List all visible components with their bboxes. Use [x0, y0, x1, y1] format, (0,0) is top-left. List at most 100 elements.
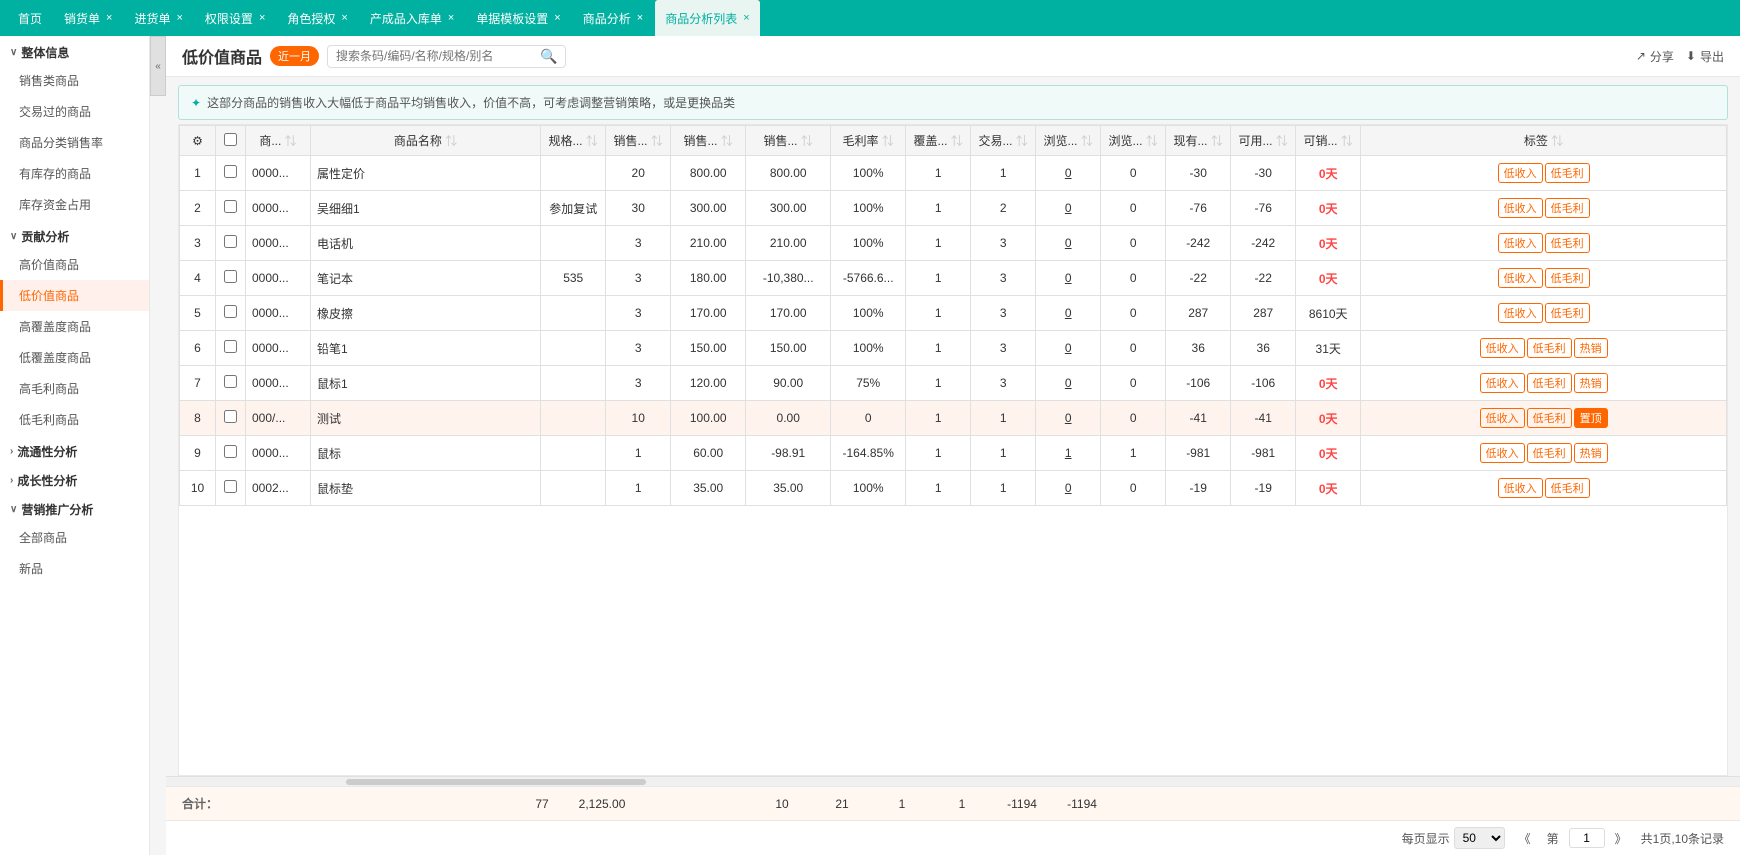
tag-label: 低毛利: [1527, 443, 1572, 463]
view-link[interactable]: 0: [1065, 166, 1072, 180]
sidebar-item-high-coverage[interactable]: 高覆盖度商品: [0, 311, 149, 342]
view-link[interactable]: 0: [1065, 376, 1072, 390]
sidebar-item-high-value[interactable]: 高价值商品: [0, 249, 149, 280]
spec-column-header: 规格... ⇅: [541, 126, 606, 156]
nav-home[interactable]: 首页: [8, 0, 52, 36]
close-icon[interactable]: ×: [637, 12, 643, 24]
sidebar: ∨ 整体信息 销售类商品 交易过的商品 商品分类销售率 有库存的商品 库存资金占…: [0, 36, 150, 855]
row-checkbox[interactable]: [224, 445, 237, 458]
view-link[interactable]: 0: [1065, 271, 1072, 285]
trade-column-header: 交易... ⇅: [971, 126, 1036, 156]
close-icon[interactable]: ×: [259, 12, 265, 24]
nav-permission[interactable]: 权限设置 ×: [195, 0, 275, 36]
sidebar-item-low-value[interactable]: 低价值商品: [0, 280, 149, 311]
sidebar-item-stock-capital[interactable]: 库存资金占用: [0, 189, 149, 220]
view2-column-header: 浏览... ⇅: [1101, 126, 1166, 156]
tag-label: 低收入: [1498, 478, 1543, 498]
tag-label: 低收入: [1480, 338, 1525, 358]
time-filter-tag[interactable]: 近一月: [270, 46, 319, 66]
row-checkbox[interactable]: [224, 165, 237, 178]
row-checkbox[interactable]: [224, 480, 237, 493]
row-checkbox[interactable]: [224, 235, 237, 248]
search-input[interactable]: [336, 49, 536, 63]
per-page-selector: 每页显示 50 100 200: [1402, 827, 1505, 849]
current-column-header: 现有... ⇅: [1166, 126, 1231, 156]
page-first-button[interactable]: 《: [1513, 828, 1537, 849]
summary-coverage: 10: [752, 797, 812, 811]
sidebar-collapse-button[interactable]: «: [150, 36, 166, 96]
close-icon[interactable]: ×: [743, 12, 749, 24]
close-icon[interactable]: ×: [554, 12, 560, 24]
view1-column-header: 浏览... ⇅: [1036, 126, 1101, 156]
content-header-left: 低价值商品 近一月 🔍: [182, 44, 566, 68]
share-button[interactable]: ↗ 分享: [1636, 48, 1674, 65]
close-icon[interactable]: ×: [176, 12, 182, 24]
nav-product-analysis[interactable]: 商品分析 ×: [573, 0, 653, 36]
chevron-down-icon: ∨: [10, 47, 17, 58]
top-nav: 首页 销货单 × 进货单 × 权限设置 × 角色授权 × 产成品入库单 × 单据…: [0, 0, 1740, 36]
row-checkbox[interactable]: [224, 305, 237, 318]
page-number-input[interactable]: [1569, 828, 1605, 848]
sidebar-item-low-coverage[interactable]: 低覆盖度商品: [0, 342, 149, 373]
sales-cost-column-header: 销售... ⇅: [746, 126, 831, 156]
page-next-button[interactable]: 》: [1609, 828, 1633, 849]
sidebar-group-liquidity[interactable]: › 流通性分析: [0, 435, 149, 464]
tag-label: 置顶: [1574, 408, 1608, 428]
content-header-right: ↗ 分享 ⬇ 导出: [1636, 48, 1724, 65]
nav-template-settings[interactable]: 单据模板设置 ×: [466, 0, 570, 36]
sidebar-item-high-margin[interactable]: 高毛利商品: [0, 373, 149, 404]
sidebar-group-overview[interactable]: ∨ 整体信息: [0, 36, 149, 65]
sidebar-item-sales-goods[interactable]: 销售类商品: [0, 65, 149, 96]
export-button[interactable]: ⬇ 导出: [1686, 48, 1724, 65]
row-checkbox[interactable]: [224, 375, 237, 388]
view-link[interactable]: 0: [1065, 481, 1072, 495]
search-icon[interactable]: 🔍: [540, 48, 557, 65]
horizontal-scrollbar[interactable]: [166, 776, 1740, 786]
view-link[interactable]: 0: [1065, 411, 1072, 425]
select-all-checkbox[interactable]: [224, 133, 237, 146]
sidebar-group-contribution[interactable]: ∨ 贡献分析: [0, 220, 149, 249]
scrollbar-thumb[interactable]: [346, 779, 646, 785]
main-layout: ∨ 整体信息 销售类商品 交易过的商品 商品分类销售率 有库存的商品 库存资金占…: [0, 36, 1740, 855]
sidebar-item-category-rate[interactable]: 商品分类销售率: [0, 127, 149, 158]
tag-label: 低收入: [1480, 373, 1525, 393]
nav-sales-order[interactable]: 销货单 ×: [54, 0, 122, 36]
close-icon[interactable]: ×: [448, 12, 454, 24]
settings-column-header[interactable]: ⚙: [180, 126, 216, 156]
coverage-column-header: 覆盖... ⇅: [906, 126, 971, 156]
sidebar-group-growth[interactable]: › 成长性分析: [0, 464, 149, 493]
nav-purchase-order[interactable]: 进货单 ×: [124, 0, 192, 36]
sidebar-item-traded-goods[interactable]: 交易过的商品: [0, 96, 149, 127]
chevron-right-icon: ›: [10, 446, 13, 457]
close-icon[interactable]: ×: [106, 12, 112, 24]
checkbox-column-header: [216, 126, 246, 156]
tag-label: 低毛利: [1545, 163, 1590, 183]
tag-label: 低毛利: [1545, 198, 1590, 218]
sidebar-item-low-margin[interactable]: 低毛利商品: [0, 404, 149, 435]
view-link[interactable]: 1: [1065, 446, 1072, 460]
table-row: 9 0000... 鼠标 1 60.00 -98.91 -164.85% 1 1…: [180, 436, 1727, 471]
sidebar-item-stocked-goods[interactable]: 有库存的商品: [0, 158, 149, 189]
tags-column-header: 标签 ⇅: [1361, 126, 1727, 156]
row-checkbox[interactable]: [224, 410, 237, 423]
row-checkbox[interactable]: [224, 200, 237, 213]
per-page-select[interactable]: 50 100 200: [1454, 827, 1505, 849]
sidebar-item-new-goods[interactable]: 新品: [0, 553, 149, 584]
nav-role-auth[interactable]: 角色授权 ×: [277, 0, 357, 36]
row-checkbox[interactable]: [224, 270, 237, 283]
nav-product-inbound[interactable]: 产成品入库单 ×: [360, 0, 464, 36]
sidebar-group-marketing[interactable]: ∨ 营销推广分析: [0, 493, 149, 522]
tag-label: 热销: [1574, 338, 1608, 358]
sidebar-item-all-goods[interactable]: 全部商品: [0, 522, 149, 553]
view-link[interactable]: 0: [1065, 306, 1072, 320]
table-row: 5 0000... 橡皮擦 3 170.00 170.00 100% 1 3 0…: [180, 296, 1727, 331]
summary-trade: 21: [812, 797, 872, 811]
tag-label: 低收入: [1498, 233, 1543, 253]
view-link[interactable]: 0: [1065, 236, 1072, 250]
close-icon[interactable]: ×: [341, 12, 347, 24]
view-link[interactable]: 0: [1065, 201, 1072, 215]
nav-product-analysis-list[interactable]: 商品分析列表 ×: [655, 0, 759, 36]
summary-footer: 合计： 77 2,125.00 10 21 1 1 -1194 -1194: [166, 786, 1740, 820]
view-link[interactable]: 0: [1065, 341, 1072, 355]
row-checkbox[interactable]: [224, 340, 237, 353]
